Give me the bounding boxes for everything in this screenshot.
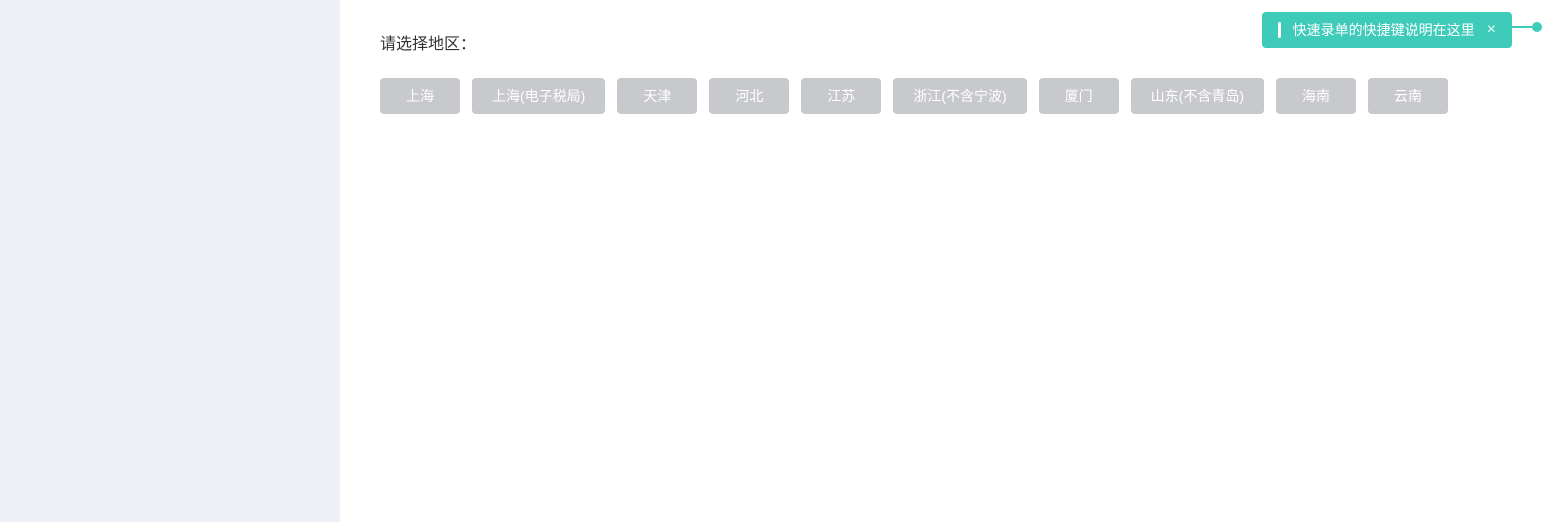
- region-button-xiamen[interactable]: 厦门: [1039, 78, 1119, 114]
- region-button-zhejiang[interactable]: 浙江(不含宁波): [893, 78, 1026, 114]
- tooltip-dot: [1532, 22, 1542, 32]
- tooltip-line: [1512, 26, 1532, 28]
- region-button-hebei[interactable]: 河北: [709, 78, 789, 114]
- region-button-tianjin[interactable]: 天津: [617, 78, 697, 114]
- region-buttons: 上海上海(电子税局) 天津河北江苏浙江(不含宁波) 厦门山东(不含青岛) 海南云南: [380, 78, 1522, 114]
- region-button-shanghai[interactable]: 上海: [380, 78, 460, 114]
- tooltip-text: 快速录单的快捷键说明在这里: [1293, 20, 1475, 40]
- tooltip-banner: 快速录单的快捷键说明在这里 ×: [1262, 12, 1512, 48]
- region-button-jiangsu[interactable]: 江苏: [801, 78, 881, 114]
- main-content: 请选择地区： 上海上海(电子税局)天津河北江苏浙江(不含宁波)厦门山东(不含青岛…: [340, 0, 1562, 522]
- region-button-shanghai-etax[interactable]: 上海(电子税局): [472, 78, 605, 114]
- region-button-hainan[interactable]: 海南: [1276, 78, 1356, 114]
- region-button-yunnan[interactable]: 云南: [1368, 78, 1448, 114]
- region-button-shandong[interactable]: 山东(不含青岛): [1131, 78, 1264, 114]
- left-sidebar: [0, 0, 340, 522]
- tooltip-close-button[interactable]: ×: [1487, 22, 1496, 38]
